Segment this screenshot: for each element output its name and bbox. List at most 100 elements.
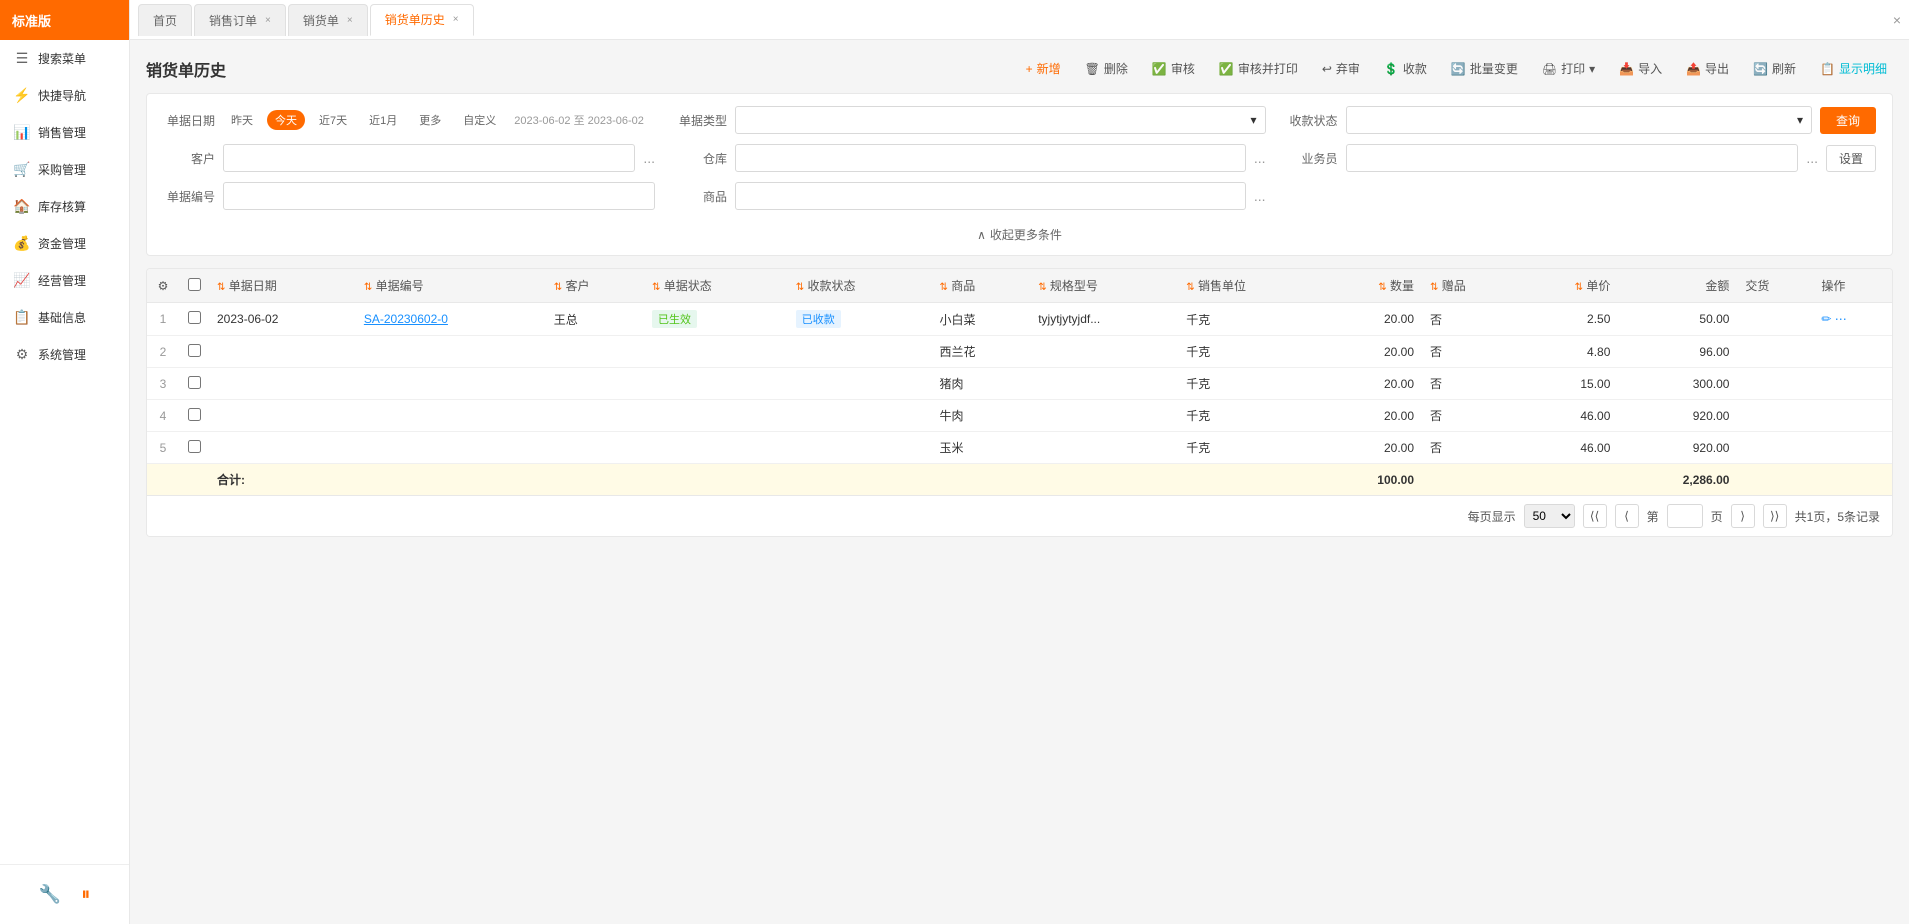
cell-sales-unit: 千克: [1178, 432, 1322, 464]
date-chip-7days[interactable]: 近7天: [311, 110, 355, 130]
sidebar-settings-icon[interactable]: 🔧: [39, 884, 61, 905]
goods-input[interactable]: [735, 182, 1246, 210]
batch-change-button[interactable]: 🔄 批量变更: [1445, 56, 1524, 81]
date-chip-custom[interactable]: 自定义: [455, 110, 504, 130]
sidebar-item-finance-mgmt[interactable]: 💰 资金管理: [0, 225, 129, 262]
salesperson-input[interactable]: [1346, 144, 1799, 172]
discard-button[interactable]: ↩ 弃审: [1316, 56, 1366, 81]
sidebar-item-operation-mgmt[interactable]: 📈 经营管理: [0, 262, 129, 299]
sort-icon[interactable]: ⇅: [364, 282, 372, 293]
select-all-checkbox[interactable]: [188, 278, 201, 291]
page-number-input[interactable]: 1: [1667, 504, 1703, 528]
first-page-button[interactable]: ⟨⟨: [1583, 504, 1607, 528]
row-checkbox[interactable]: [188, 440, 201, 453]
sort-icon[interactable]: ⇅: [939, 282, 947, 293]
doc-no-input[interactable]: [223, 182, 655, 210]
sidebar-item-sales-mgmt[interactable]: 📊 销售管理: [0, 114, 129, 151]
cell-row-num: 2: [147, 336, 179, 368]
import-button[interactable]: 📥 导入: [1613, 56, 1668, 81]
cell-checkbox[interactable]: [179, 368, 209, 400]
tab-sales-order[interactable]: 销售订单 ×: [194, 4, 286, 36]
sidebar-item-purchase-mgmt[interactable]: 🛒 采购管理: [0, 151, 129, 188]
per-page-select[interactable]: 20 50 100: [1524, 504, 1575, 528]
sidebar-item-inventory[interactable]: 🏠 库存核算: [0, 188, 129, 225]
sort-icon[interactable]: ⇅: [1038, 282, 1046, 293]
col-settings[interactable]: ⚙: [147, 269, 179, 303]
row-checkbox[interactable]: [188, 376, 201, 389]
new-button[interactable]: + 新增: [1020, 56, 1067, 81]
date-chip-1month[interactable]: 近1月: [361, 110, 405, 130]
last-page-button[interactable]: ⟩⟩: [1763, 504, 1787, 528]
sidebar-collapse-icon[interactable]: ⏸: [81, 884, 90, 905]
row-checkbox[interactable]: [188, 311, 201, 324]
sidebar-item-system-mgmt[interactable]: ⚙ 系统管理: [0, 336, 129, 373]
sidebar-item-quick-nav[interactable]: ⚡ 快捷导航: [0, 77, 129, 114]
cell-unit-price: 15.00: [1520, 368, 1618, 400]
cell-amount: 920.00: [1618, 400, 1737, 432]
show-detail-button[interactable]: 📋 显示明细: [1814, 56, 1893, 81]
window-close-button[interactable]: ×: [1893, 12, 1901, 28]
query-button[interactable]: 查询: [1820, 107, 1876, 134]
table-settings-icon[interactable]: ⚙: [158, 279, 169, 293]
sidebar-item-label: 快捷导航: [38, 87, 86, 104]
audit-print-button[interactable]: ✅ 审核并打印: [1213, 56, 1304, 81]
export-button[interactable]: 📤 导出: [1680, 56, 1735, 81]
col-checkbox: [179, 269, 209, 303]
refresh-button[interactable]: 🔄 刷新: [1747, 56, 1802, 81]
sort-icon[interactable]: ⇅: [554, 282, 562, 293]
sort-icon[interactable]: ⇅: [1186, 282, 1194, 293]
goods-dots[interactable]: ...: [1254, 188, 1266, 204]
tab-home[interactable]: 首页: [138, 4, 192, 36]
warehouse-dots[interactable]: ...: [1254, 150, 1266, 166]
tab-sales-order-label: 销售订单: [209, 12, 257, 29]
tab-sales-history-close[interactable]: ×: [453, 14, 459, 25]
sort-icon[interactable]: ⇅: [1575, 282, 1583, 293]
table-scroll[interactable]: ⚙ ⇅ 单据日期 ⇅ 单据编号: [147, 269, 1892, 495]
audit-button[interactable]: ✅ 审核: [1146, 56, 1201, 81]
next-page-button[interactable]: ⟩: [1731, 504, 1755, 528]
cell-checkbox[interactable]: [179, 432, 209, 464]
sort-icon[interactable]: ⇅: [1430, 282, 1438, 293]
sort-icon[interactable]: ⇅: [796, 282, 804, 293]
filter-collapse[interactable]: ∧ 收起更多条件: [163, 220, 1876, 243]
sidebar-item-search-menu[interactable]: ☰ 搜索菜单: [0, 40, 129, 77]
payment-status-select[interactable]: ▾: [1346, 106, 1812, 134]
sidebar-item-label: 搜索菜单: [38, 50, 86, 67]
col-doc-no-label: 单据编号: [376, 279, 424, 293]
date-chip-today[interactable]: 今天: [267, 110, 305, 130]
prev-page-button[interactable]: ⟨: [1615, 504, 1639, 528]
salesperson-dots[interactable]: ...: [1806, 150, 1818, 166]
date-chip-more[interactable]: 更多: [411, 110, 449, 130]
col-sales-unit: ⇅ 销售单位: [1178, 269, 1322, 303]
sidebar-item-base-info[interactable]: 📋 基础信息: [0, 299, 129, 336]
cell-checkbox[interactable]: [179, 303, 209, 336]
doc-no-link[interactable]: SA-20230602-0: [364, 312, 448, 326]
filter-warehouse: 仓库 ...: [675, 144, 1265, 172]
delete-button[interactable]: 🗑 删除: [1079, 56, 1134, 81]
import-label: 导入: [1638, 60, 1662, 77]
row-checkbox[interactable]: [188, 408, 201, 421]
doc-type-select[interactable]: ▾: [735, 106, 1265, 134]
cell-spec-type: tyjytjytyjdf...: [1030, 303, 1178, 336]
date-chip-yesterday[interactable]: 昨天: [223, 110, 261, 130]
setting-button[interactable]: 设置: [1826, 145, 1876, 172]
op-more[interactable]: ⋯: [1835, 312, 1847, 326]
sort-icon[interactable]: ⇅: [1378, 282, 1386, 293]
cell-checkbox[interactable]: [179, 400, 209, 432]
tab-sales-goods[interactable]: 销货单 ×: [288, 4, 368, 36]
cell-checkbox[interactable]: [179, 336, 209, 368]
sort-icon[interactable]: ⇅: [217, 282, 225, 293]
customer-input[interactable]: [223, 144, 635, 172]
sales-mgmt-icon: 📊: [14, 125, 30, 141]
row-checkbox[interactable]: [188, 344, 201, 357]
cell-transaction: [1737, 432, 1813, 464]
tab-sales-order-close[interactable]: ×: [265, 15, 271, 26]
sort-icon[interactable]: ⇅: [652, 282, 660, 293]
op-edit[interactable]: ✏: [1821, 312, 1831, 326]
customer-dots[interactable]: ...: [643, 150, 655, 166]
warehouse-input[interactable]: [735, 144, 1246, 172]
tab-sales-goods-close[interactable]: ×: [347, 15, 353, 26]
collect-button[interactable]: 💲 收款: [1378, 56, 1433, 81]
print-button[interactable]: 🖨 打印 ▾: [1536, 56, 1601, 81]
tab-sales-history[interactable]: 销货单历史 ×: [370, 4, 474, 36]
